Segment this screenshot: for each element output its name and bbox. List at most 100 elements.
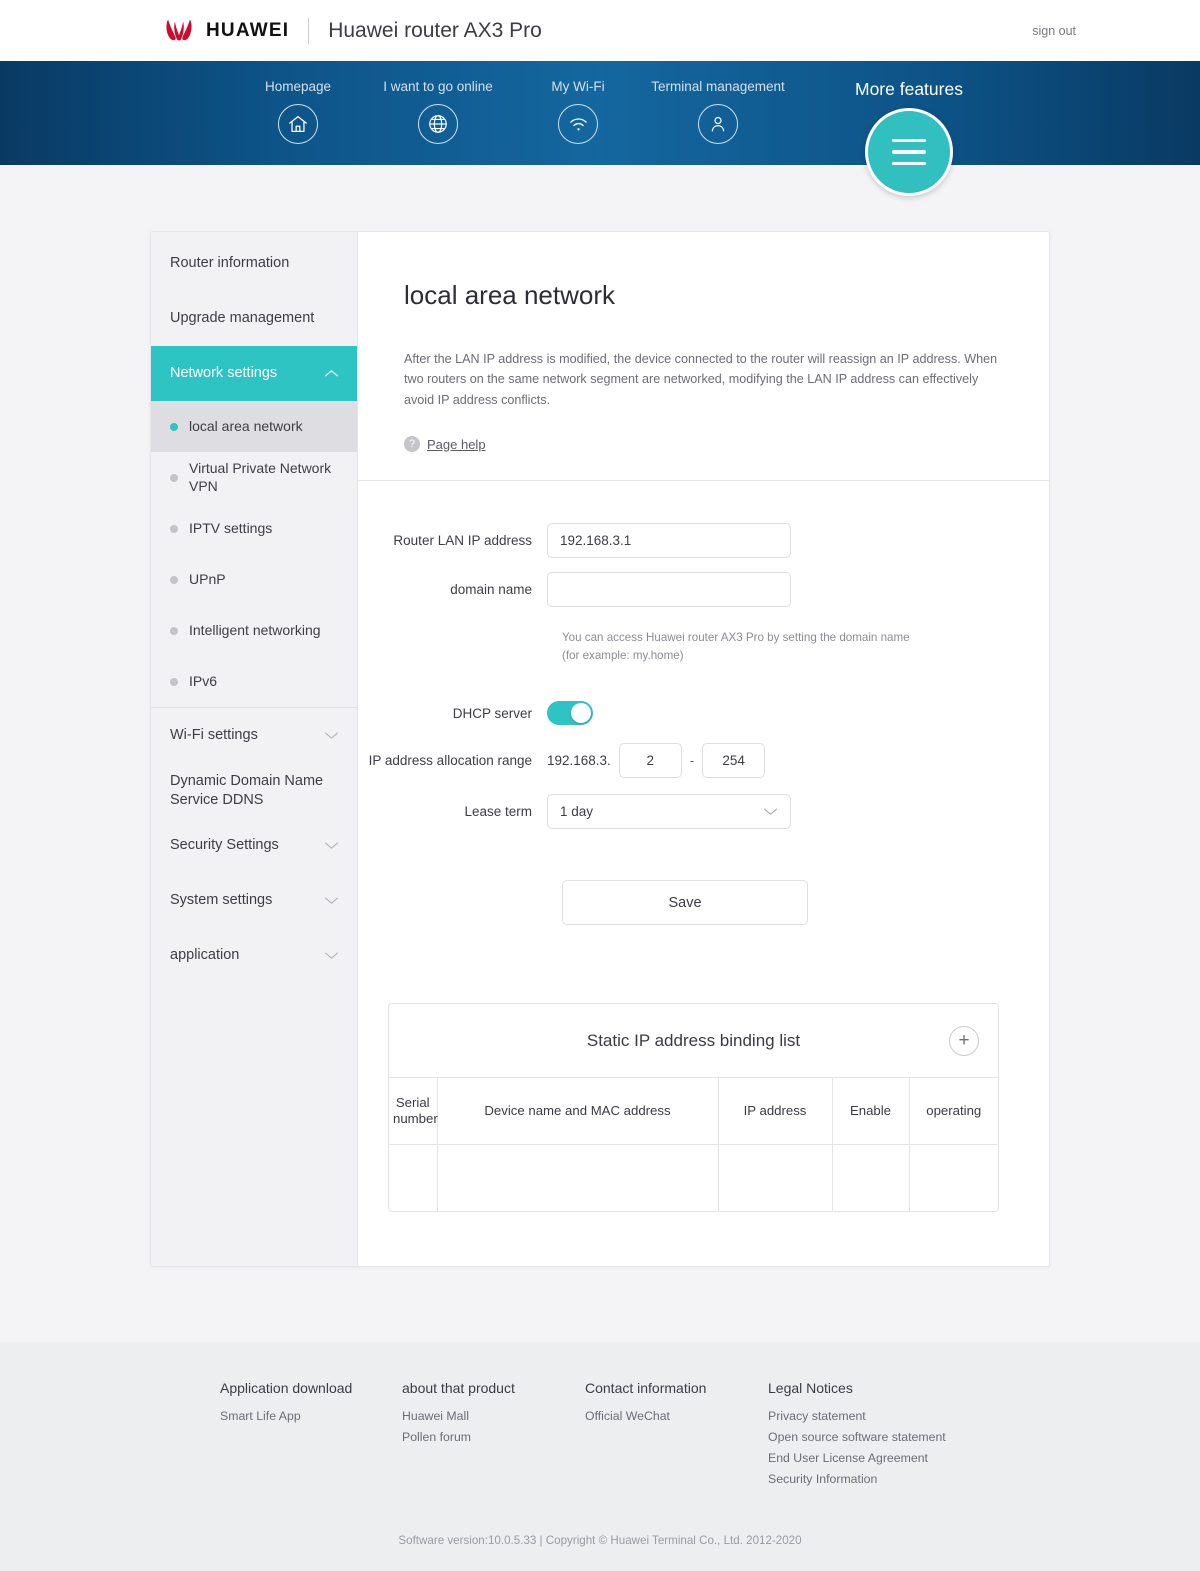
sidebar-subitem-label: IPTV settings — [189, 519, 273, 536]
more-features-label: More features — [855, 79, 963, 99]
page-description: After the LAN IP address is modified, th… — [404, 352, 998, 407]
footer-column-legal-notices: Legal Notices Privacy statement Open sou… — [768, 1380, 980, 1493]
column-header-ip-address: IP address — [718, 1077, 833, 1145]
footer-column-application-download: Application download Smart Life App — [220, 1380, 402, 1493]
allocation-range-prefix: 192.168.3. — [547, 753, 611, 769]
footer-link-eula[interactable]: End User License Agreement — [768, 1451, 980, 1465]
dhcp-server-toggle[interactable] — [547, 701, 593, 726]
static-ip-binding-header: Static IP address binding list + — [389, 1004, 998, 1077]
footer-link-smart-life-app[interactable]: Smart Life App — [220, 1409, 402, 1423]
brand: HUAWEI Huawei router AX3 Pro — [158, 17, 542, 44]
globe-icon — [418, 104, 458, 144]
footer-columns: Application download Smart Life App abou… — [220, 1380, 980, 1493]
wifi-icon — [558, 104, 598, 144]
nav-item-go-online[interactable]: I want to go online — [368, 61, 508, 144]
field-row-lease-term: Lease term 1 day — [358, 794, 1049, 830]
cell-operating — [909, 1144, 998, 1211]
bullet-dot-icon — [170, 524, 178, 533]
hamburger-menu-icon[interactable] — [864, 108, 953, 196]
column-header-enable: Enable — [832, 1077, 910, 1145]
nav-item-terminal-management[interactable]: Terminal management — [648, 61, 788, 144]
sidebar-subitem-label: Intelligent networking — [189, 621, 321, 638]
sidebar-item-label: Dynamic Domain Name Service DDNS — [170, 772, 324, 808]
sidebar-item-local-area-network[interactable]: local area network — [151, 401, 357, 452]
user-icon — [698, 104, 738, 144]
sidebar-item-application[interactable]: application — [151, 928, 357, 983]
footer-link-official-wechat[interactable]: Official WeChat — [585, 1409, 768, 1423]
allocation-range-separator: - — [689, 753, 695, 769]
domain-name-input[interactable] — [547, 572, 791, 608]
sidebar-item-iptv-settings[interactable]: IPTV settings — [151, 503, 357, 554]
footer-link-security-information[interactable]: Security Information — [768, 1472, 980, 1486]
sidebar-item-label: Security Settings — [170, 837, 279, 854]
footer-heading: Contact information — [585, 1380, 707, 1396]
sidebar-item-ddns[interactable]: Dynamic Domain Name Service DDNS — [151, 763, 357, 818]
field-row-dhcp-server: DHCP server — [358, 701, 1049, 726]
plus-icon[interactable]: + — [949, 1025, 979, 1056]
domain-name-hint: You can access Huawei router AX3 Pro by … — [562, 631, 910, 663]
footer-heading: Legal Notices — [768, 1380, 853, 1396]
sidebar-subitems: local area network Virtual Private Netwo… — [151, 401, 357, 707]
sign-out-link[interactable]: sign out — [1032, 24, 1076, 38]
lease-term-label: Lease term — [464, 804, 532, 820]
dhcp-server-control — [547, 701, 593, 726]
bullet-dot-icon — [170, 626, 178, 635]
question-mark-icon: ? — [404, 436, 420, 453]
nav-item-more-features[interactable]: More features — [855, 79, 963, 196]
domain-name-label: domain name — [450, 582, 532, 598]
chevron-down-icon — [324, 838, 339, 854]
field-row-allocation-range: IP address allocation range 192.168.3. - — [358, 743, 1049, 779]
allocation-range-control: 192.168.3. - — [547, 743, 766, 779]
page-title: local area network — [404, 280, 615, 310]
main-content: local area network After the LAN IP addr… — [358, 232, 1049, 1266]
lan-settings-form: Router LAN IP address domain name You ca… — [358, 481, 1049, 926]
hamburger-bar — [891, 138, 926, 143]
save-button[interactable]: Save — [562, 880, 808, 926]
lease-term-select[interactable]: 1 day — [547, 794, 791, 830]
static-ip-binding-card: Static IP address binding list + Serial … — [388, 1003, 999, 1212]
field-row-lan-ip: Router LAN IP address — [358, 523, 1049, 559]
chevron-down-icon — [324, 893, 339, 909]
sidebar-item-wifi-settings[interactable]: Wi-Fi settings — [151, 708, 357, 763]
top-header: HUAWEI Huawei router AX3 Pro sign out — [0, 0, 1200, 61]
cell-ip-address — [718, 1144, 833, 1211]
footer-heading: Application download — [220, 1380, 353, 1396]
bullet-dot-icon — [170, 677, 178, 686]
sidebar-item-security-settings[interactable]: Security Settings — [151, 818, 357, 873]
page-help-link[interactable]: Page help — [427, 437, 486, 452]
nav-item-my-wifi[interactable]: My Wi-Fi — [508, 61, 648, 144]
nav-item-homepage[interactable]: Homepage — [228, 61, 368, 144]
product-title: Huawei router AX3 Pro — [328, 18, 542, 42]
lan-ip-label: Router LAN IP address — [393, 533, 532, 549]
content-shell: Router information Upgrade management Ne… — [150, 231, 1050, 1267]
sidebar-item-vpn[interactable]: Virtual Private Network VPN — [151, 452, 357, 503]
chevron-down-icon — [324, 948, 339, 964]
copyright-text: Software version:10.0.5.33 | Copyright ©… — [398, 1534, 802, 1547]
sidebar-item-network-settings[interactable]: Network settings — [151, 346, 357, 401]
lan-ip-input[interactable] — [547, 523, 791, 559]
home-icon — [278, 104, 318, 144]
bullet-dot-icon — [170, 473, 178, 482]
bullet-dot-icon — [170, 422, 178, 431]
sidebar-item-system-settings[interactable]: System settings — [151, 873, 357, 928]
huawei-flower-logo — [158, 18, 200, 44]
sidebar-item-upgrade-management[interactable]: Upgrade management — [151, 291, 357, 346]
nav-label: Terminal management — [651, 79, 785, 94]
footer-link-pollen-forum[interactable]: Pollen forum — [402, 1430, 585, 1444]
page-help-row[interactable]: ? Page help — [404, 436, 999, 480]
sidebar-item-intelligent-networking[interactable]: Intelligent networking — [151, 605, 357, 656]
footer-link-huawei-mall[interactable]: Huawei Mall — [402, 1409, 585, 1423]
footer-heading: about that product — [402, 1380, 515, 1396]
footer-column-about-product: about that product Huawei Mall Pollen fo… — [402, 1380, 585, 1493]
footer-link-privacy-statement[interactable]: Privacy statement — [768, 1409, 980, 1423]
sidebar: Router information Upgrade management Ne… — [151, 232, 358, 1266]
allocation-range-end-input[interactable] — [702, 743, 766, 779]
sidebar-item-ipv6[interactable]: IPv6 — [151, 656, 357, 707]
lease-term-value: 1 day — [560, 804, 594, 820]
sidebar-item-upnp[interactable]: UPnP — [151, 554, 357, 605]
sidebar-item-router-information[interactable]: Router information — [151, 236, 357, 291]
allocation-range-start-input[interactable] — [618, 743, 682, 779]
footer-link-open-source-statement[interactable]: Open source software statement — [768, 1430, 980, 1444]
sidebar-item-label: Wi-Fi settings — [170, 727, 258, 744]
brand-divider — [308, 17, 310, 44]
